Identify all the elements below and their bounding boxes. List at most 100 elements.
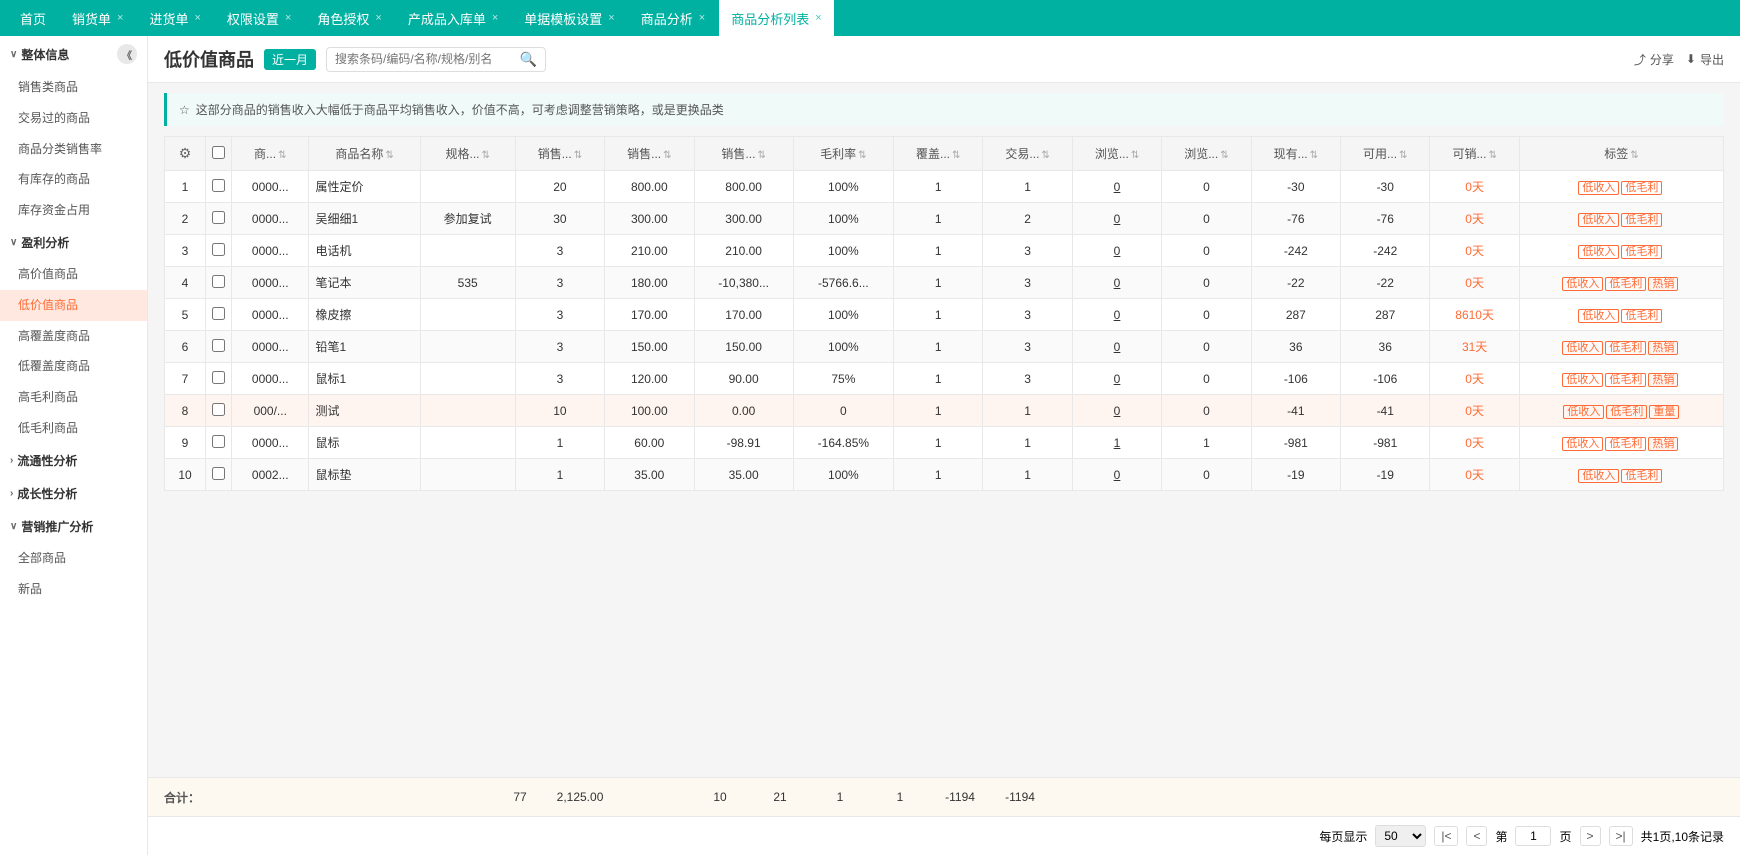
nav-sales[interactable]: 销货单 × — [60, 0, 135, 36]
browse1-val[interactable]: 0 — [1114, 308, 1121, 322]
sidebar-section-profit[interactable]: ∨ 盈利分析 — [0, 226, 147, 259]
row-checkbox[interactable] — [212, 403, 225, 416]
sidebar-item-low-value[interactable]: 低价值商品 — [0, 290, 147, 321]
cell-name[interactable]: 笔记本 — [309, 267, 420, 299]
cell-checkbox[interactable] — [206, 395, 232, 427]
row-checkbox[interactable] — [212, 275, 225, 288]
cell-checkbox[interactable] — [206, 363, 232, 395]
sidebar-section-overall[interactable]: ∨ 整体信息 《 — [0, 36, 147, 72]
browse1-val[interactable]: 0 — [1114, 404, 1121, 418]
row-checkbox[interactable] — [212, 339, 225, 352]
cell-browse1[interactable]: 0 — [1072, 171, 1161, 203]
first-page-btn[interactable]: |< — [1434, 826, 1458, 846]
cell-name[interactable]: 鼠标1 — [309, 363, 420, 395]
row-checkbox[interactable] — [212, 467, 225, 480]
last-page-btn[interactable]: >| — [1609, 826, 1633, 846]
page-input[interactable] — [1515, 826, 1551, 846]
sidebar-item-high-value[interactable]: 高价值商品 — [0, 259, 147, 290]
cell-name[interactable]: 属性定价 — [309, 171, 420, 203]
nav-permission[interactable]: 权限设置 × — [215, 0, 303, 36]
cell-name[interactable]: 测试 — [309, 395, 420, 427]
cell-checkbox[interactable] — [206, 235, 232, 267]
gear-icon[interactable]: ⚙ — [179, 145, 192, 161]
sidebar-item-capital[interactable]: 库存资金占用 — [0, 195, 147, 226]
cell-current: -106 — [1251, 363, 1340, 395]
nav-home[interactable]: 首页 — [8, 0, 58, 36]
cell-coverage: 1 — [894, 203, 983, 235]
nav-product-analysis-list[interactable]: 商品分析列表 × — [719, 0, 833, 36]
sidebar-section-circulation[interactable]: › 流通性分析 — [0, 444, 147, 477]
sidebar-item-traded-products[interactable]: 交易过的商品 — [0, 103, 147, 134]
export-btn[interactable]: ⬇ 导出 — [1686, 51, 1724, 68]
sidebar-collapse-btn[interactable]: 《 — [117, 44, 137, 64]
share-btn[interactable]: ⤴ 分享 — [1634, 51, 1674, 68]
browse1-val[interactable]: 0 — [1114, 468, 1121, 482]
cell-name[interactable]: 铅笔1 — [309, 331, 420, 363]
per-page-select[interactable]: 50 100 200 — [1375, 825, 1426, 847]
row-checkbox[interactable] — [212, 179, 225, 192]
nav-role[interactable]: 角色授权 × — [305, 0, 393, 36]
cell-checkbox[interactable] — [206, 331, 232, 363]
browse1-val[interactable]: 0 — [1114, 340, 1121, 354]
sidebar-section-marketing[interactable]: ∨ 营销推广分析 — [0, 510, 147, 543]
cell-browse1[interactable]: 0 — [1072, 267, 1161, 299]
nav-product-in[interactable]: 产成品入库单 × — [396, 0, 510, 36]
cell-browse1[interactable]: 0 — [1072, 299, 1161, 331]
row-checkbox[interactable] — [212, 435, 225, 448]
row-checkbox[interactable] — [212, 307, 225, 320]
th-checkbox[interactable] — [206, 137, 232, 171]
nav-product-analysis[interactable]: 商品分析 × — [629, 0, 717, 36]
cell-name[interactable]: 鼠标 — [309, 427, 420, 459]
sidebar-item-high-coverage[interactable]: 高覆盖度商品 — [0, 321, 147, 352]
cell-browse1[interactable]: 0 — [1072, 395, 1161, 427]
search-input[interactable] — [335, 52, 520, 66]
browse1-val[interactable]: 0 — [1114, 372, 1121, 386]
cell-checkbox[interactable] — [206, 299, 232, 331]
sidebar-item-sales-products[interactable]: 销售类商品 — [0, 72, 147, 103]
browse1-val[interactable]: 0 — [1114, 276, 1121, 290]
sidebar-item-stock-products[interactable]: 有库存的商品 — [0, 164, 147, 195]
cell-browse1[interactable]: 0 — [1072, 363, 1161, 395]
cell-checkbox[interactable] — [206, 427, 232, 459]
prev-page-btn[interactable]: < — [1466, 826, 1487, 846]
th-browse2: 浏览...⇅ — [1162, 137, 1251, 171]
browse1-val[interactable]: 0 — [1114, 212, 1121, 226]
sidebar-item-all-products[interactable]: 全部商品 — [0, 543, 147, 574]
browse1-val[interactable]: 1 — [1114, 436, 1121, 450]
cell-name[interactable]: 吴细细1 — [309, 203, 420, 235]
th-gear[interactable]: ⚙ — [165, 137, 206, 171]
cell-browse1[interactable]: 0 — [1072, 235, 1161, 267]
cell-no: 3 — [165, 235, 206, 267]
nav-template[interactable]: 单据模板设置 × — [512, 0, 626, 36]
cell-checkbox[interactable] — [206, 171, 232, 203]
cell-browse1[interactable]: 0 — [1072, 459, 1161, 491]
cell-browse1[interactable]: 0 — [1072, 203, 1161, 235]
cell-name[interactable]: 鼠标垫 — [309, 459, 420, 491]
cell-code: 0000... — [232, 331, 309, 363]
sidebar-section-growth[interactable]: › 成长性分析 — [0, 477, 147, 510]
search-icon[interactable]: 🔍 — [520, 51, 537, 68]
row-checkbox[interactable] — [212, 211, 225, 224]
cell-browse1[interactable]: 1 — [1072, 427, 1161, 459]
time-filter-btn[interactable]: 近一月 — [264, 49, 316, 70]
cell-gross-rate: -164.85% — [793, 427, 893, 459]
select-all-checkbox[interactable] — [212, 146, 225, 159]
cell-checkbox[interactable] — [206, 203, 232, 235]
sidebar-item-new-products[interactable]: 新品 — [0, 574, 147, 605]
cell-name[interactable]: 电话机 — [309, 235, 420, 267]
row-checkbox[interactable] — [212, 371, 225, 384]
cell-browse1[interactable]: 0 — [1072, 331, 1161, 363]
sidebar: ∨ 整体信息 《 销售类商品 交易过的商品 商品分类销售率 有库存的商品 库存资… — [0, 36, 148, 855]
cell-name[interactable]: 橡皮擦 — [309, 299, 420, 331]
next-page-btn[interactable]: > — [1580, 826, 1601, 846]
sidebar-item-low-margin[interactable]: 低毛利商品 — [0, 413, 147, 444]
row-checkbox[interactable] — [212, 243, 225, 256]
browse1-val[interactable]: 0 — [1114, 180, 1121, 194]
sidebar-item-category-rate[interactable]: 商品分类销售率 — [0, 134, 147, 165]
browse1-val[interactable]: 0 — [1114, 244, 1121, 258]
sidebar-item-low-coverage[interactable]: 低覆盖度商品 — [0, 351, 147, 382]
cell-checkbox[interactable] — [206, 267, 232, 299]
nav-purchase[interactable]: 进货单 × — [137, 0, 212, 36]
cell-checkbox[interactable] — [206, 459, 232, 491]
sidebar-item-high-margin[interactable]: 高毛利商品 — [0, 382, 147, 413]
